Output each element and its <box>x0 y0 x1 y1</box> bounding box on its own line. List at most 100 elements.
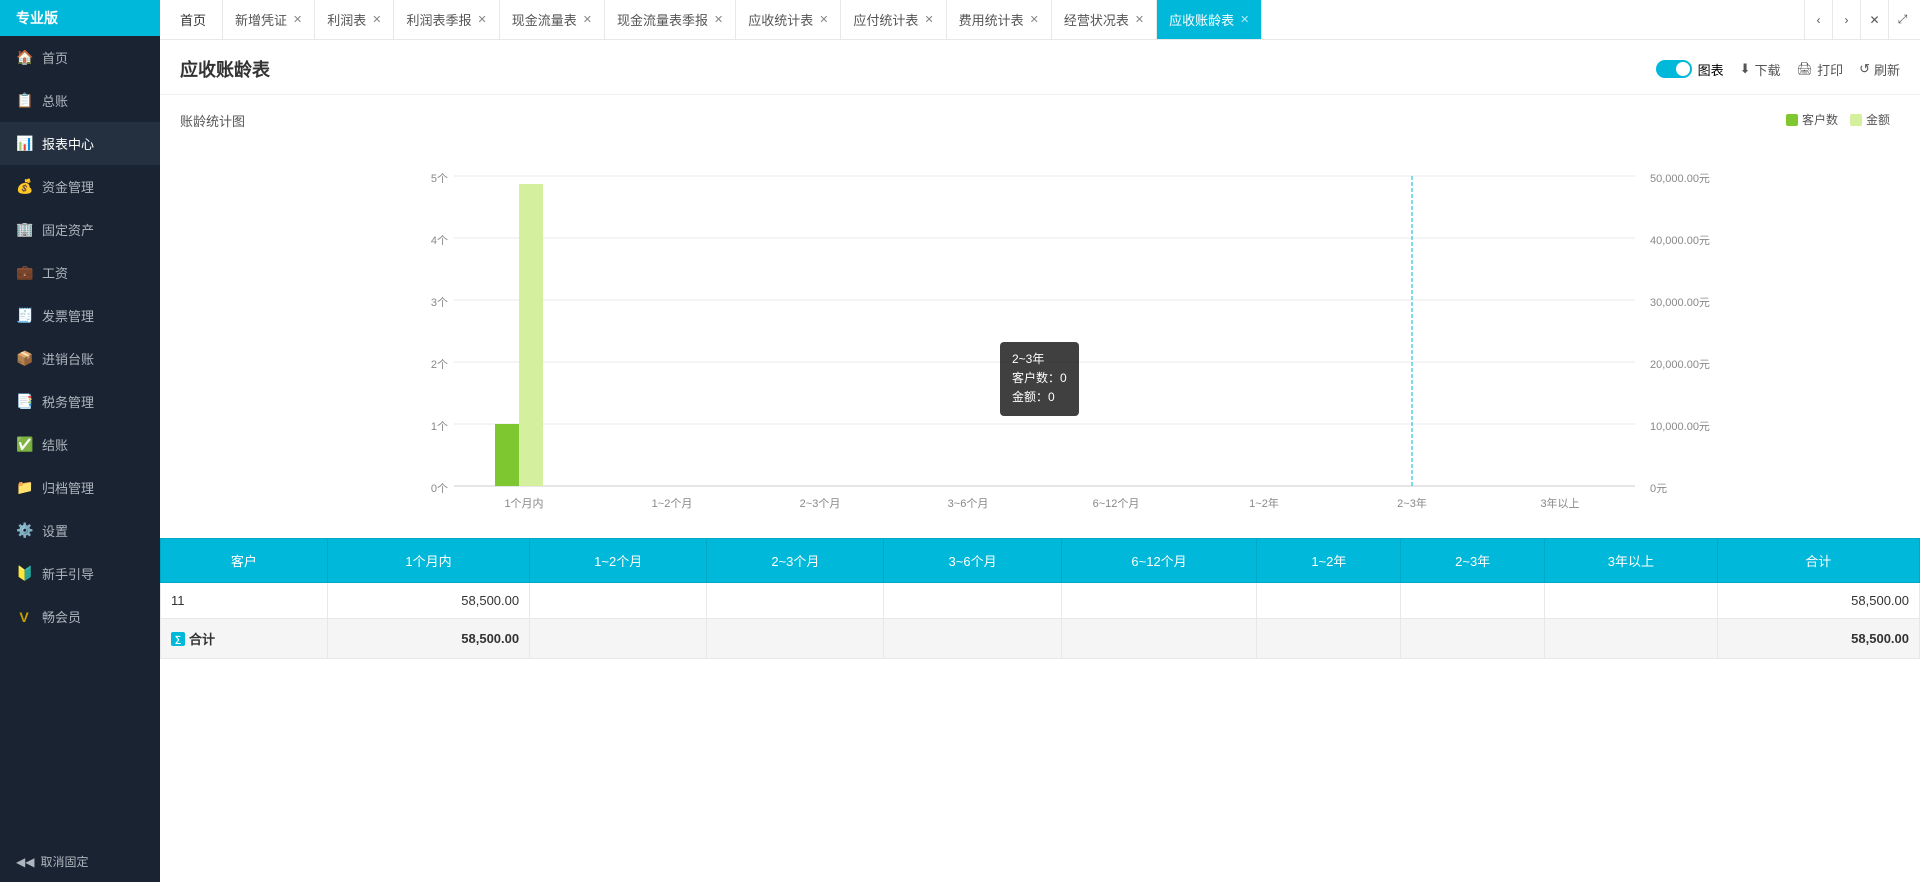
total-y3p <box>1545 619 1718 659</box>
sidebar-item-home[interactable]: 🏠 首页 <box>0 36 160 79</box>
print-button[interactable]: 🖨 打印 <box>1797 60 1844 79</box>
cell-total: 58,500.00 <box>1717 583 1919 619</box>
close-icon[interactable]: ✕ <box>1240 13 1249 26</box>
sidebar-item-label: 固定资产 <box>42 220 94 239</box>
sidebar-item-ledger[interactable]: 📋 总账 <box>0 79 160 122</box>
close-icon[interactable]: ✕ <box>583 13 592 26</box>
table-total-row: ∑ 合计 58,500.00 58,500.00 <box>161 619 1920 659</box>
sidebar-item-salary[interactable]: 💼 工资 <box>0 251 160 294</box>
chart-toggle[interactable]: 图表 <box>1656 60 1724 79</box>
print-label: 打印 <box>1817 60 1843 79</box>
funds-icon: 💰 <box>16 178 32 195</box>
tab-nav-next[interactable]: › <box>1832 0 1860 40</box>
svg-text:30,000.00元: 30,000.00元 <box>1650 297 1710 309</box>
reports-icon: 📊 <box>16 135 32 152</box>
cell-m12 <box>530 583 707 619</box>
toggle-switch[interactable] <box>1656 60 1692 78</box>
svg-text:0个: 0个 <box>431 482 448 495</box>
svg-text:2个: 2个 <box>431 358 448 371</box>
tab-label: 利润表 <box>327 10 366 29</box>
close-icon[interactable]: ✕ <box>819 13 828 26</box>
sidebar-item-label: 报表中心 <box>42 134 94 153</box>
table-row: 11 58,500.00 58,500.00 <box>161 583 1920 619</box>
sidebar-item-archive[interactable]: 📁 归档管理 <box>0 466 160 509</box>
tab-ar-aging[interactable]: 应收账龄表 ✕ <box>1157 0 1262 40</box>
tab-label: 利润表季报 <box>406 10 471 29</box>
close-icon[interactable]: ✕ <box>1135 13 1144 26</box>
legend-dot-customer <box>1786 114 1798 126</box>
refresh-button[interactable]: ↺ 刷新 <box>1859 60 1900 79</box>
col-m36: 3~6个月 <box>884 539 1061 583</box>
sidebar-item-reports[interactable]: 📊 报表中心 <box>0 122 160 165</box>
cell-m1: 58,500.00 <box>327 583 529 619</box>
tab-ar-stat[interactable]: 应收统计表 ✕ <box>736 0 841 40</box>
tab-label: 应收统计表 <box>748 10 813 29</box>
col-m612: 6~12个月 <box>1061 539 1257 583</box>
sidebar-item-stock[interactable]: 📦 进销台账 <box>0 337 160 380</box>
svg-text:1个月内: 1个月内 <box>504 496 543 510</box>
sidebar-item-invoice[interactable]: 🧾 发票管理 <box>0 294 160 337</box>
sidebar-item-assets[interactable]: 🏢 固定资产 <box>0 208 160 251</box>
tab-close-all[interactable]: ✕ <box>1860 0 1888 40</box>
tab-cashflow[interactable]: 现金流量表 ✕ <box>500 0 605 40</box>
tab-profit[interactable]: 利润表 ✕ <box>315 0 394 40</box>
svg-text:50,000.00元: 50,000.00元 <box>1650 173 1710 185</box>
tab-profit-q[interactable]: 利润表季报 ✕ <box>394 0 499 40</box>
tab-label: 经营状况表 <box>1064 10 1129 29</box>
cell-m36 <box>884 583 1061 619</box>
sidebar-item-guide[interactable]: 🔰 新手引导 <box>0 552 160 595</box>
close-icon[interactable]: ✕ <box>372 13 381 26</box>
download-button[interactable]: ⬇ 下载 <box>1740 60 1781 79</box>
tab-voucher[interactable]: 新增凭证 ✕ <box>223 0 315 40</box>
sidebar-unpin-button[interactable]: ◀◀ 取消固定 <box>0 841 160 882</box>
print-icon: 🖨 <box>1797 61 1814 77</box>
app-logo: 专业版 <box>0 0 160 36</box>
sidebar-item-funds[interactable]: 💰 资金管理 <box>0 165 160 208</box>
col-y12: 1~2年 <box>1257 539 1401 583</box>
home-icon: 🏠 <box>16 49 32 66</box>
chart-area: 账龄统计图 客户数 金额 0个 1个 2个 3个 <box>160 95 1920 538</box>
page-content: 应收账龄表 图表 ⬇ 下载 🖨 打印 ↺ 刷新 <box>160 40 1920 882</box>
tab-home[interactable]: 首页 <box>164 0 223 40</box>
sidebar-item-settings[interactable]: ⚙️ 设置 <box>0 509 160 552</box>
tab-label: 现金流量表 <box>512 10 577 29</box>
sidebar-item-label: 总账 <box>42 91 68 110</box>
tab-ap-stat[interactable]: 应付统计表 ✕ <box>841 0 946 40</box>
sidebar-item-tax[interactable]: 📑 税务管理 <box>0 380 160 423</box>
toggle-label: 图表 <box>1698 60 1724 79</box>
main-content: 首页 新增凭证 ✕ 利润表 ✕ 利润表季报 ✕ 现金流量表 ✕ 现金流量表季报 … <box>160 0 1920 882</box>
close-icon[interactable]: ✕ <box>714 13 723 26</box>
col-total: 合计 <box>1717 539 1919 583</box>
salary-icon: 💼 <box>16 264 32 281</box>
legend-dot-amount <box>1850 114 1862 126</box>
tab-expense[interactable]: 费用统计表 ✕ <box>947 0 1052 40</box>
total-text: 合计 <box>189 629 215 648</box>
tab-bar: 首页 新增凭证 ✕ 利润表 ✕ 利润表季报 ✕ 现金流量表 ✕ 现金流量表季报 … <box>160 0 1920 40</box>
table-header-row: 客户 1个月内 1~2个月 2~3个月 3~6个月 6~12个月 1~2年 2~… <box>161 539 1920 583</box>
close-icon[interactable]: ✕ <box>293 13 302 26</box>
cell-m612 <box>1061 583 1257 619</box>
sidebar-item-label: 新手引导 <box>42 564 94 583</box>
svg-text:10,000.00元: 10,000.00元 <box>1650 421 1710 433</box>
chart-svg-container: 0个 1个 2个 3个 4个 5个 0元 10,000.00元 20,000.0… <box>180 142 1900 522</box>
settings-icon: ⚙️ <box>16 522 32 539</box>
sidebar-item-vip[interactable]: V 畅会员 <box>0 595 160 638</box>
tab-bizstatus[interactable]: 经营状况表 ✕ <box>1052 0 1157 40</box>
total-y12 <box>1257 619 1401 659</box>
total-total: 58,500.00 <box>1717 619 1919 659</box>
tab-cashflow-q[interactable]: 现金流量表季报 ✕ <box>605 0 736 40</box>
sidebar-item-label: 归档管理 <box>42 478 94 497</box>
svg-text:20,000.00元: 20,000.00元 <box>1650 359 1710 371</box>
ledger-icon: 📋 <box>16 92 32 109</box>
sidebar-item-settle[interactable]: ✅ 结账 <box>0 423 160 466</box>
tab-nav-prev[interactable]: ‹ <box>1804 0 1832 40</box>
total-m612 <box>1061 619 1257 659</box>
tab-expand[interactable]: ⤢ <box>1888 0 1916 40</box>
close-icon[interactable]: ✕ <box>478 13 487 26</box>
settle-icon: ✅ <box>16 436 32 453</box>
total-y23 <box>1401 619 1545 659</box>
close-icon[interactable]: ✕ <box>1030 13 1039 26</box>
close-icon[interactable]: ✕ <box>924 13 933 26</box>
tax-icon: 📑 <box>16 393 32 410</box>
sidebar-item-label: 首页 <box>42 48 68 67</box>
